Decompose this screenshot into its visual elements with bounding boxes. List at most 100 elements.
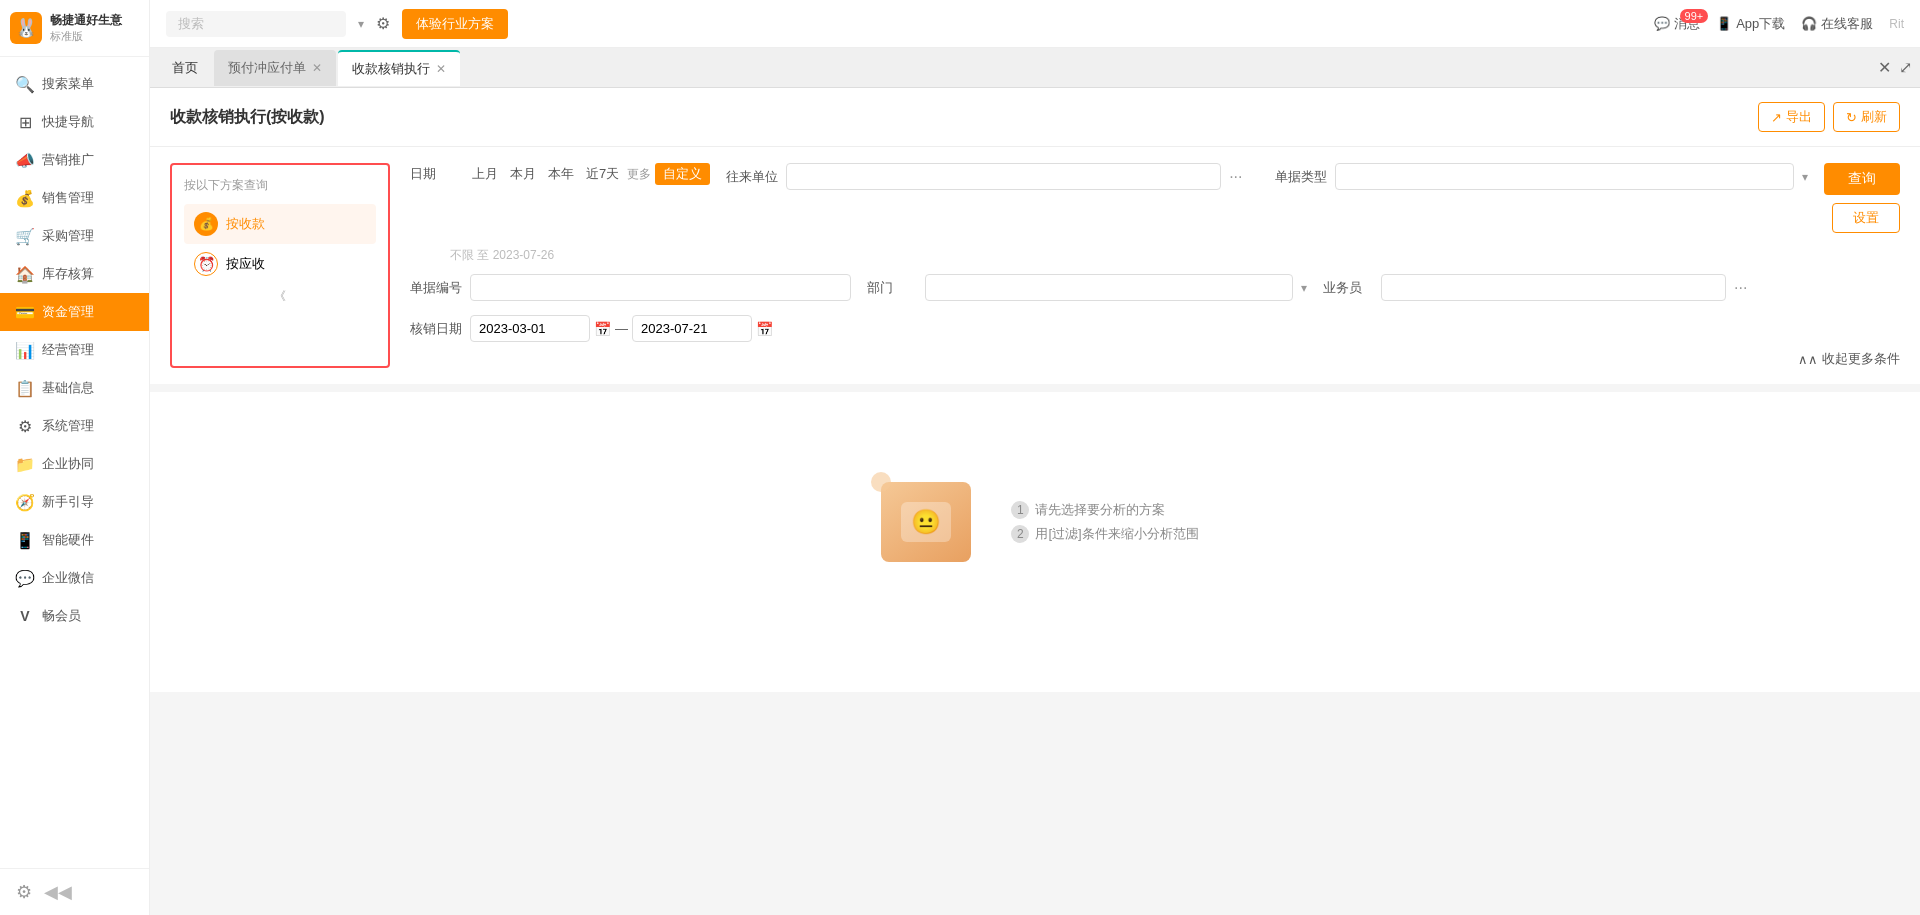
date-shortcuts: 上月 本月 本年 近7天 更多 自定义 <box>468 163 710 185</box>
sales-label: 业务员 <box>1323 279 1373 297</box>
topbar-chevron-icon[interactable]: ▾ <box>358 17 364 31</box>
doc-type-chevron[interactable]: ▾ <box>1802 170 1808 184</box>
topbar-msg[interactable]: 💬 消息 99+ <box>1654 15 1700 33</box>
dept-select[interactable] <box>925 274 1294 301</box>
doc-type-select[interactable] <box>1335 163 1794 190</box>
page-actions: ↗ 导出 ↻ 刷新 <box>1758 102 1900 132</box>
tab-close-collection[interactable]: ✕ <box>436 62 446 76</box>
step2-num: 2 <box>1011 525 1029 543</box>
query-button[interactable]: 查询 <box>1824 163 1900 195</box>
list-icon: 📋 <box>16 379 34 397</box>
tab-expand-icon[interactable]: ⤢ <box>1899 58 1912 77</box>
page-title: 收款核销执行(按收款) <box>170 107 325 128</box>
no-limit-text: 不限 至 2023-07-26 <box>450 248 554 262</box>
filter-option-by-receivable[interactable]: ⏰ 按应收 <box>184 244 376 284</box>
empty-step2-text: 用[过滤]条件来缩小分析范围 <box>1035 525 1198 543</box>
filter-row-3: 核销日期 📅 — 📅 <box>410 315 1900 342</box>
sidebar-item-basic-info[interactable]: 📋 基础信息 <box>0 369 149 407</box>
empty-illustration: 😐 <box>871 472 981 572</box>
cart-icon: 🛒 <box>16 227 34 245</box>
counterpart-ellipsis[interactable]: ··· <box>1229 168 1259 186</box>
filter-form: 日期 上月 本月 本年 近7天 更多 自定义 往来单位 ··· <box>410 163 1900 368</box>
sales-input[interactable] <box>1381 274 1726 301</box>
shortcut-last7[interactable]: 近7天 <box>582 163 623 185</box>
date-label: 日期 <box>410 165 460 183</box>
gear-icon: ⚙ <box>16 417 34 435</box>
app-icon: 📱 <box>1716 16 1732 31</box>
verify-date-end-cal-icon[interactable]: 📅 <box>756 321 773 337</box>
sidebar-item-marketing[interactable]: 📣 营销推广 <box>0 141 149 179</box>
shortcut-this-month[interactable]: 本月 <box>506 163 540 185</box>
chat-icon: 💬 <box>16 569 34 587</box>
filter-option-by-receipt[interactable]: 💰 按收款 <box>184 204 376 244</box>
page-header: 收款核销执行(按收款) ↗ 导出 ↻ 刷新 <box>150 88 1920 147</box>
topbar-gear-icon[interactable]: ⚙ <box>376 14 390 33</box>
sidebar-item-purchase[interactable]: 🛒 采购管理 <box>0 217 149 255</box>
tab-home[interactable]: 首页 <box>158 50 212 86</box>
sidebar-item-system[interactable]: ⚙ 系统管理 <box>0 407 149 445</box>
verify-date-end-input[interactable] <box>632 315 752 342</box>
refresh-button[interactable]: ↻ 刷新 <box>1833 102 1900 132</box>
verify-date-start-input[interactable] <box>470 315 590 342</box>
topbar-online-service[interactable]: 🎧 在线客服 <box>1801 15 1873 33</box>
filter-area: 按以下方案查询 💰 按收款 ⏰ 按应收 《 日期 <box>150 147 1920 384</box>
topbar-app-download[interactable]: 📱 App下载 <box>1716 15 1785 33</box>
topbar-right: 💬 消息 99+ 📱 App下载 🎧 在线客服 Rit <box>1654 15 1904 33</box>
doc-type-label: 单据类型 <box>1275 168 1327 186</box>
finance-icon: 💳 <box>16 303 34 321</box>
message-icon: 💬 <box>1654 16 1670 31</box>
sidebar-item-sales[interactable]: 💰 销售管理 <box>0 179 149 217</box>
sidebar-item-inventory[interactable]: 🏠 库存核算 <box>0 255 149 293</box>
sidebar-item-beginner[interactable]: 🧭 新手引导 <box>0 483 149 521</box>
doc-no-input[interactable] <box>470 274 851 301</box>
setting-button[interactable]: 设置 <box>1832 203 1900 233</box>
verify-date-group: 📅 — 📅 <box>470 315 773 342</box>
shortcut-prev-month[interactable]: 上月 <box>468 163 502 185</box>
collapse-sidebar-icon[interactable]: ◀◀ <box>44 881 72 903</box>
service-icon: 🎧 <box>1801 16 1817 31</box>
sidebar-item-enterprise-collab[interactable]: 📁 企业协同 <box>0 445 149 483</box>
member-icon: V <box>16 607 34 625</box>
topbar-search-box[interactable]: 搜索 <box>166 11 346 37</box>
shortcut-more[interactable]: 更多 <box>627 166 651 183</box>
verify-date-label: 核销日期 <box>410 320 462 338</box>
doc-no-field: 单据编号 <box>410 274 851 301</box>
topbar-username: Rit <box>1889 17 1904 31</box>
sidebar-item-finance[interactable]: 💳 资金管理 <box>0 293 149 331</box>
msg-badge: 99+ <box>1680 9 1709 23</box>
shortcut-custom[interactable]: 自定义 <box>655 163 710 185</box>
step1-num: 1 <box>1011 501 1029 519</box>
date-field: 日期 上月 本月 本年 近7天 更多 自定义 <box>410 163 710 185</box>
verify-date-start-cal-icon[interactable]: 📅 <box>594 321 611 337</box>
filter-row-2: 单据编号 部门 ▾ 业务员 ··· <box>410 274 1900 301</box>
tab-close-all-icon[interactable]: ✕ <box>1878 58 1891 77</box>
no-limit-text-row: 不限 至 2023-07-26 <box>446 247 1900 264</box>
export-button[interactable]: ↗ 导出 <box>1758 102 1825 132</box>
sidebar-item-member[interactable]: V 畅会员 <box>0 597 149 635</box>
empty-text-block: 1 请先选择要分析的方案 2 用[过滤]条件来缩小分析范围 <box>1011 501 1198 543</box>
dept-label: 部门 <box>867 279 917 297</box>
receivable-option-icon: ⏰ <box>194 252 218 276</box>
sidebar-item-quick-nav[interactable]: ⊞ 快捷导航 <box>0 103 149 141</box>
sidebar-item-enterprise-wechat[interactable]: 💬 企业微信 <box>0 559 149 597</box>
tab-prepay[interactable]: 预付冲应付单 ✕ <box>214 50 336 86</box>
filter-sidebar-collapse[interactable]: 《 <box>184 288 376 305</box>
settings-bottom-icon[interactable]: ⚙ <box>16 881 32 903</box>
collapse-more-icon: ∧∧ <box>1798 352 1818 367</box>
dept-chevron[interactable]: ▾ <box>1301 281 1307 295</box>
export-icon: ↗ <box>1771 110 1782 125</box>
sidebar: 🐰 畅捷通好生意 标准版 🔍 搜索菜单 ⊞ 快捷导航 📣 营销推广 💰 销售管理… <box>0 0 150 915</box>
money-icon: 💰 <box>16 189 34 207</box>
collapse-more-button[interactable]: ∧∧ 收起更多条件 <box>1798 350 1900 368</box>
sidebar-item-operations[interactable]: 📊 经营管理 <box>0 331 149 369</box>
tab-collection[interactable]: 收款核销执行 ✕ <box>338 50 460 86</box>
counterpart-label: 往来单位 <box>726 168 778 186</box>
empty-face-icon: 😐 <box>911 508 941 536</box>
sidebar-item-search[interactable]: 🔍 搜索菜单 <box>0 65 149 103</box>
shortcut-this-year[interactable]: 本年 <box>544 163 578 185</box>
industry-btn[interactable]: 体验行业方案 <box>402 9 508 39</box>
sales-ellipsis[interactable]: ··· <box>1734 279 1764 297</box>
sidebar-item-smart-hardware[interactable]: 📱 智能硬件 <box>0 521 149 559</box>
counterpart-input[interactable] <box>786 163 1221 190</box>
tab-close-prepay[interactable]: ✕ <box>312 61 322 75</box>
